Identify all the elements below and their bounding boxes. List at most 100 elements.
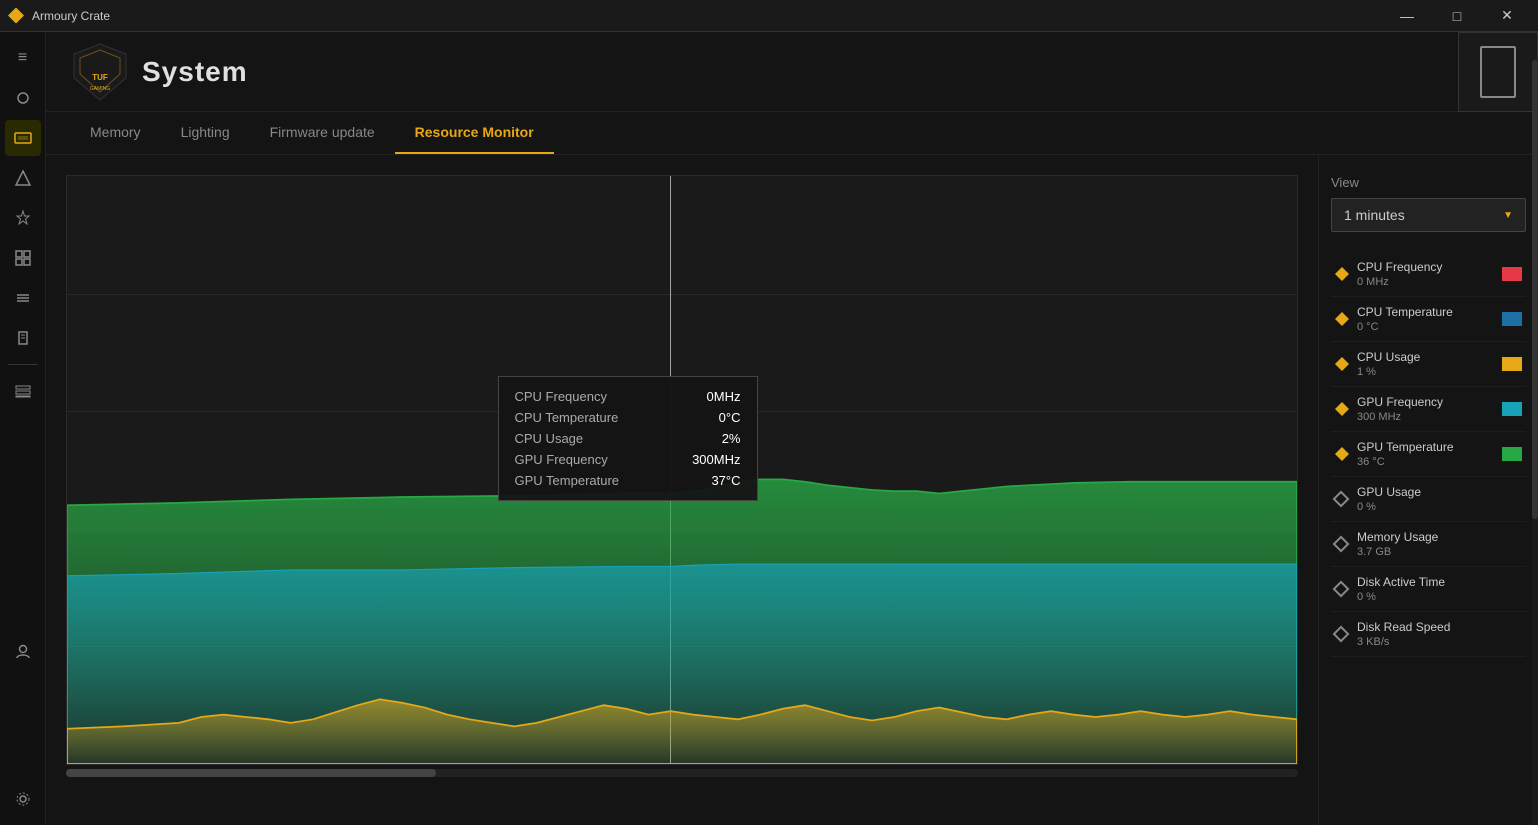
tooltip-row-cpu-freq: CPU Frequency 0MHz [515, 389, 741, 404]
tooltip-label-cpu-temp: CPU Temperature [515, 410, 619, 425]
metric-info-cpu-temp: CPU Temperature 0 °C [1357, 305, 1502, 333]
metric-swatch-cpu-temp [1502, 312, 1522, 326]
titlebar-left: Armoury Crate [8, 8, 110, 24]
metric-icon-cpu-temp [1335, 312, 1349, 326]
metric-gpu-temperature[interactable]: GPU Temperature 36 °C [1331, 432, 1526, 477]
tooltip-value-gpu-freq: 300MHz [692, 452, 740, 467]
tooltip-value-gpu-temp: 37°C [711, 473, 740, 488]
view-label: View [1331, 175, 1526, 190]
app-title: Armoury Crate [32, 9, 110, 23]
metric-cpu-temperature[interactable]: CPU Temperature 0 °C [1331, 297, 1526, 342]
sidebar-item-lighting[interactable] [5, 200, 41, 236]
tooltip-row-gpu-freq: GPU Frequency 300MHz [515, 452, 741, 467]
metric-swatch-cpu-usage [1502, 357, 1522, 371]
metric-name-gpu-usage: GPU Usage [1357, 485, 1522, 499]
metric-info-cpu-freq: CPU Frequency 0 MHz [1357, 260, 1502, 288]
sidebar-divider [8, 364, 38, 365]
metric-name-disk-active: Disk Active Time [1357, 575, 1522, 589]
app-icon [8, 8, 24, 24]
sidebar-item-gamevisual[interactable] [5, 240, 41, 276]
metric-icon-gpu-freq [1335, 402, 1349, 416]
sidebar-item-cleaner[interactable] [5, 320, 41, 356]
widget-inner [1480, 46, 1516, 98]
scrollbar-thumb [1532, 155, 1538, 519]
right-panel: View 1 minutes ▼ CPU Frequency 0 MHz [1318, 155, 1538, 825]
tab-resource-monitor[interactable]: Resource Monitor [395, 112, 554, 154]
metric-info-gpu-usage: GPU Usage 0 % [1357, 485, 1522, 513]
chart-area: CPU Frequency 0MHz CPU Temperature 0°C C… [46, 155, 1318, 825]
tab-lighting[interactable]: Lighting [161, 112, 250, 154]
metric-value-disk-active: 0 % [1357, 591, 1522, 603]
sidebar-item-profile[interactable] [5, 633, 41, 669]
metric-swatch-gpu-temp [1502, 447, 1522, 461]
metric-disk-read-speed[interactable]: Disk Read Speed 3 KB/s [1331, 612, 1526, 657]
tooltip-label-gpu-temp: GPU Temperature [515, 473, 620, 488]
chart-container: CPU Frequency 0MHz CPU Temperature 0°C C… [66, 175, 1298, 765]
view-dropdown-value: 1 minutes [1344, 207, 1405, 223]
right-panel-scrollbar[interactable] [1532, 155, 1538, 825]
logo-area: TUF GAMING System [70, 42, 248, 102]
content-area: TUF GAMING System Memory Lighting Firmwa… [46, 32, 1538, 825]
metric-disk-active-time[interactable]: Disk Active Time 0 % [1331, 567, 1526, 612]
metric-info-disk-read: Disk Read Speed 3 KB/s [1357, 620, 1522, 648]
metric-icon-gpu-usage [1333, 491, 1350, 508]
tab-firmware[interactable]: Firmware update [250, 112, 395, 154]
metric-swatch-cpu-freq [1502, 267, 1522, 281]
tooltip-value-cpu-usage: 2% [722, 431, 741, 446]
metric-name-cpu-temp: CPU Temperature [1357, 305, 1502, 319]
metric-name-cpu-freq: CPU Frequency [1357, 260, 1502, 274]
metric-gpu-frequency[interactable]: GPU Frequency 300 MHz [1331, 387, 1526, 432]
metric-name-cpu-usage: CPU Usage [1357, 350, 1502, 364]
sidebar-item-menu[interactable]: ≡ [5, 40, 41, 76]
svg-text:TUF: TUF [92, 73, 108, 82]
main-content: CPU Frequency 0MHz CPU Temperature 0°C C… [46, 155, 1538, 825]
metric-icon-cpu-usage [1335, 357, 1349, 371]
metric-info-gpu-temp: GPU Temperature 36 °C [1357, 440, 1502, 468]
metric-cpu-usage[interactable]: CPU Usage 1 % [1331, 342, 1526, 387]
tooltip-label-cpu-usage: CPU Usage [515, 431, 584, 446]
metric-icon-cpu-freq [1335, 267, 1349, 281]
metric-icon-mem-usage [1333, 536, 1350, 553]
metric-cpu-frequency[interactable]: CPU Frequency 0 MHz [1331, 252, 1526, 297]
tooltip-row-cpu-usage: CPU Usage 2% [515, 431, 741, 446]
chart-scrollbar-area [46, 769, 1318, 777]
titlebar-controls: — □ ✕ [1384, 0, 1530, 32]
metric-info-cpu-usage: CPU Usage 1 % [1357, 350, 1502, 378]
tooltip-label-cpu-freq: CPU Frequency [515, 389, 607, 404]
metric-value-mem-usage: 3.7 GB [1357, 546, 1522, 558]
metric-name-mem-usage: Memory Usage [1357, 530, 1522, 544]
dropdown-arrow-icon: ▼ [1503, 210, 1513, 221]
sidebar-item-settings[interactable] [5, 781, 41, 817]
metric-icon-gpu-temp [1335, 447, 1349, 461]
chart-tooltip: CPU Frequency 0MHz CPU Temperature 0°C C… [498, 376, 758, 501]
metric-info-mem-usage: Memory Usage 3.7 GB [1357, 530, 1522, 558]
sidebar-item-device[interactable] [5, 120, 41, 156]
metric-icon-disk-read [1333, 626, 1350, 643]
tooltip-value-cpu-temp: 0°C [719, 410, 741, 425]
sidebar-narrow: ≡ [0, 32, 46, 825]
metric-icon-disk-active [1333, 581, 1350, 598]
sidebar-item-tools[interactable] [5, 280, 41, 316]
metric-value-cpu-freq: 0 MHz [1357, 276, 1502, 288]
metric-name-gpu-temp: GPU Temperature [1357, 440, 1502, 454]
tooltip-value-cpu-freq: 0MHz [707, 389, 741, 404]
metric-gpu-usage[interactable]: GPU Usage 0 % [1331, 477, 1526, 522]
header: TUF GAMING System [46, 32, 1538, 112]
maximize-button[interactable]: □ [1434, 0, 1480, 32]
metric-value-disk-read: 3 KB/s [1357, 636, 1522, 648]
metric-swatch-gpu-freq [1502, 402, 1522, 416]
sidebar-item-library[interactable] [5, 373, 41, 409]
minimize-button[interactable]: — [1384, 0, 1430, 32]
sidebar-item-scenario[interactable] [5, 160, 41, 196]
chart-scrollbar-track[interactable] [66, 769, 1298, 777]
tooltip-row-gpu-temp: GPU Temperature 37°C [515, 473, 741, 488]
app-layout: ≡ [0, 32, 1538, 825]
view-dropdown[interactable]: 1 minutes ▼ [1331, 198, 1526, 232]
tab-memory[interactable]: Memory [70, 112, 161, 154]
metric-memory-usage[interactable]: Memory Usage 3.7 GB [1331, 522, 1526, 567]
close-button[interactable]: ✕ [1484, 0, 1530, 32]
tooltip-row-cpu-temp: CPU Temperature 0°C [515, 410, 741, 425]
metric-name-gpu-freq: GPU Frequency [1357, 395, 1502, 409]
sidebar-item-favorite[interactable] [5, 80, 41, 116]
chart-scrollbar-thumb[interactable] [66, 769, 436, 777]
